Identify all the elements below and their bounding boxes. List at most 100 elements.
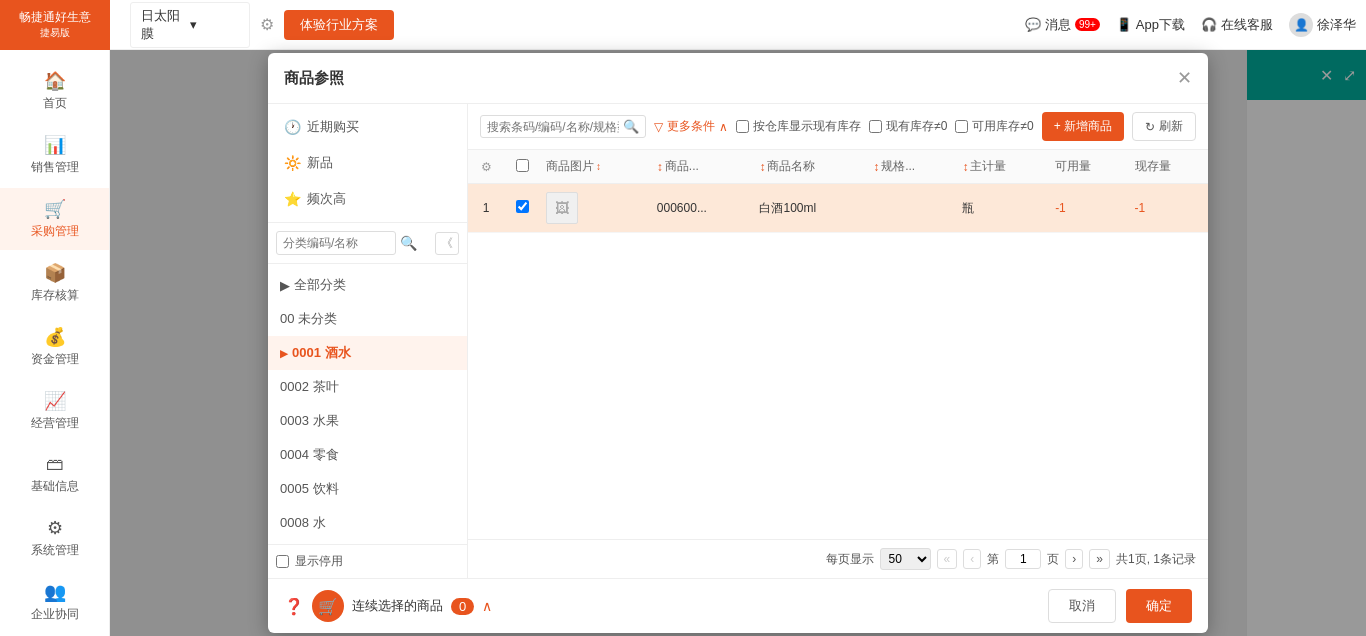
sidebar-label-system: 系统管理 [31,542,79,559]
warehouse-selector[interactable]: 日太阳膜 ▾ [130,2,250,48]
footer-left: ❓ 🛒 连续选择的商品 0 ∧ [284,590,492,622]
sidebar-item-finance[interactable]: 💰 资金管理 [0,316,109,378]
nav-right: 💬 消息 99+ 📱 App下载 🎧 在线客服 👤 徐泽华 [1025,13,1356,37]
category-00[interactable]: 00 未分类 [268,302,467,336]
category-0005[interactable]: 0005 饮料 [268,472,467,506]
more-filter-button[interactable]: ▽ 更多条件 ∧ [654,118,728,135]
category-all[interactable]: ▶ 全部分类 [268,268,467,302]
cancel-button[interactable]: 取消 [1048,589,1116,623]
row-unit: 瓶 [956,184,1049,233]
collapse-left-button[interactable]: 《 [435,232,459,255]
th-code[interactable]: ↕ 商品... [651,150,754,184]
warehouse-stock-checkbox[interactable] [736,120,749,133]
sidebar-label-inventory: 库存核算 [31,287,79,304]
bell-icon: 💬 [1025,17,1041,32]
settings-icon[interactable]: ⚙ [260,15,274,34]
modal-close-button[interactable]: ✕ [1177,67,1192,89]
row-checkbox[interactable] [504,184,540,233]
usable-ne0-filter[interactable]: 可用库存≠0 [955,118,1033,135]
category-search: 🔍 《 [268,223,467,264]
page-first-button[interactable]: « [937,549,958,569]
app-download[interactable]: 📱 App下载 [1116,16,1185,34]
category-0004[interactable]: 0004 零食 [268,438,467,472]
sidebar-item-sales[interactable]: 📊 销售管理 [0,124,109,186]
notifications-badge: 99+ [1075,18,1100,31]
filter-icon: ▽ [654,120,663,134]
page-unit: 页 [1047,551,1059,568]
top-nav: 畅捷通好生意 捷易版 日太阳膜 ▾ ⚙ 体验行业方案 💬 消息 99+ 📱 Ap… [0,0,1366,50]
total-info: 共1页, 1条记录 [1116,551,1196,568]
show-disabled-label[interactable]: 显示停用 [295,553,343,570]
category-0001[interactable]: ▶ 0001 酒水 [268,336,467,370]
add-product-button[interactable]: + 新增商品 [1042,112,1124,141]
sidebar-item-system[interactable]: ⚙ 系统管理 [0,507,109,569]
category-0003[interactable]: 0003 水果 [268,404,467,438]
th-name[interactable]: ↕ 商品名称 [753,150,867,184]
modal-right-panel: 🔍 ▽ 更多条件 ∧ 按仓库显示现有库存 [468,104,1208,578]
trial-btn[interactable]: 体验行业方案 [284,10,394,40]
footer-count: 0 [451,598,474,615]
refresh-button[interactable]: ↻ 刷新 [1132,112,1196,141]
show-disabled-checkbox[interactable] [276,555,289,568]
stock-ne0-checkbox[interactable] [869,120,882,133]
page-last-button[interactable]: » [1089,549,1110,569]
sidebar-item-enterprise[interactable]: 👥 企业协同 [0,571,109,633]
operations-icon: 📈 [44,390,66,412]
per-page-select[interactable]: 50 20 100 [880,548,931,570]
online-service[interactable]: 🎧 在线客服 [1201,16,1273,34]
warehouse-stock-filter[interactable]: 按仓库显示现有库存 [736,118,861,135]
product-table-wrap: ⚙ 商品图片 ↕ [468,150,1208,539]
th-stock[interactable]: 现存量 [1129,150,1208,184]
select-all-checkbox[interactable] [516,159,529,172]
th-spec[interactable]: ↕ 规格... [867,150,956,184]
category-0002[interactable]: 0002 茶叶 [268,370,467,404]
cart-button[interactable]: 🛒 [312,590,344,622]
page-input[interactable] [1005,549,1041,569]
product-search-input[interactable] [487,120,619,134]
table-row[interactable]: 1 🖼 [468,184,1208,233]
confirm-button[interactable]: 确定 [1126,589,1192,623]
home-icon: 🏠 [44,70,66,92]
footer-collapse-icon[interactable]: ∧ [482,598,492,614]
page-prev-button[interactable]: ‹ [963,549,981,569]
inventory-icon: 📦 [44,262,66,284]
logo: 畅捷通好生意 捷易版 [0,0,110,50]
row-index: 1 [468,184,504,233]
sidebar-item-basic-info[interactable]: 🗃 基础信息 [0,444,109,505]
row-name: 白酒100ml [753,184,867,233]
footer-right: 取消 确定 [1048,589,1192,623]
sidebar-item-inventory[interactable]: 📦 库存核算 [0,252,109,314]
sort-code-icon: ↕ [657,160,663,174]
sidebar-item-operations[interactable]: 📈 经营管理 [0,380,109,442]
modal-body: 🕐 近期购买 🔆 新品 ⭐ 频次高 [268,104,1208,578]
sidebar-label-basic-info: 基础信息 [31,478,79,495]
page-next-button[interactable]: › [1065,549,1083,569]
quick-new[interactable]: 🔆 新品 [276,148,459,178]
category-list: ▶ 全部分类 00 未分类 ▶ 0001 酒水 0002 茶 [268,264,467,544]
clock-icon: 🕐 [284,119,301,135]
footer-select-text: 连续选择的商品 [352,597,443,615]
modal-toolbar: 🔍 ▽ 更多条件 ∧ 按仓库显示现有库存 [468,104,1208,150]
quick-recent[interactable]: 🕐 近期购买 [276,112,459,142]
finance-icon: 💰 [44,326,66,348]
th-unit[interactable]: ↕ 主计量 [956,150,1049,184]
help-icon[interactable]: ❓ [284,597,304,616]
search-icon: 🔍 [623,119,639,134]
usable-ne0-checkbox[interactable] [955,120,968,133]
user-profile[interactable]: 👤 徐泽华 [1289,13,1356,37]
per-page-label: 每页显示 [826,551,874,568]
stock-ne0-filter[interactable]: 现有库存≠0 [869,118,947,135]
notifications[interactable]: 💬 消息 99+ [1025,16,1100,34]
column-settings-icon[interactable]: ⚙ [481,160,492,174]
category-0008[interactable]: 0008 水 [268,506,467,540]
quick-frequent[interactable]: ⭐ 频次高 [276,184,459,214]
category-search-input[interactable] [276,231,396,255]
category-search-button[interactable]: 🔍 [400,235,417,251]
sidebar-item-home[interactable]: 🏠 首页 [0,60,109,122]
row-image: 🖼 [540,184,651,233]
sidebar-item-purchase[interactable]: 🛒 采购管理 [0,188,109,250]
sales-icon: 📊 [44,134,66,156]
row-code: 000600... [651,184,754,233]
sidebar: 🏠 首页 📊 销售管理 🛒 采购管理 📦 库存核算 💰 资金管理 📈 经营管理 … [0,50,110,636]
th-available[interactable]: 可用量 [1049,150,1128,184]
